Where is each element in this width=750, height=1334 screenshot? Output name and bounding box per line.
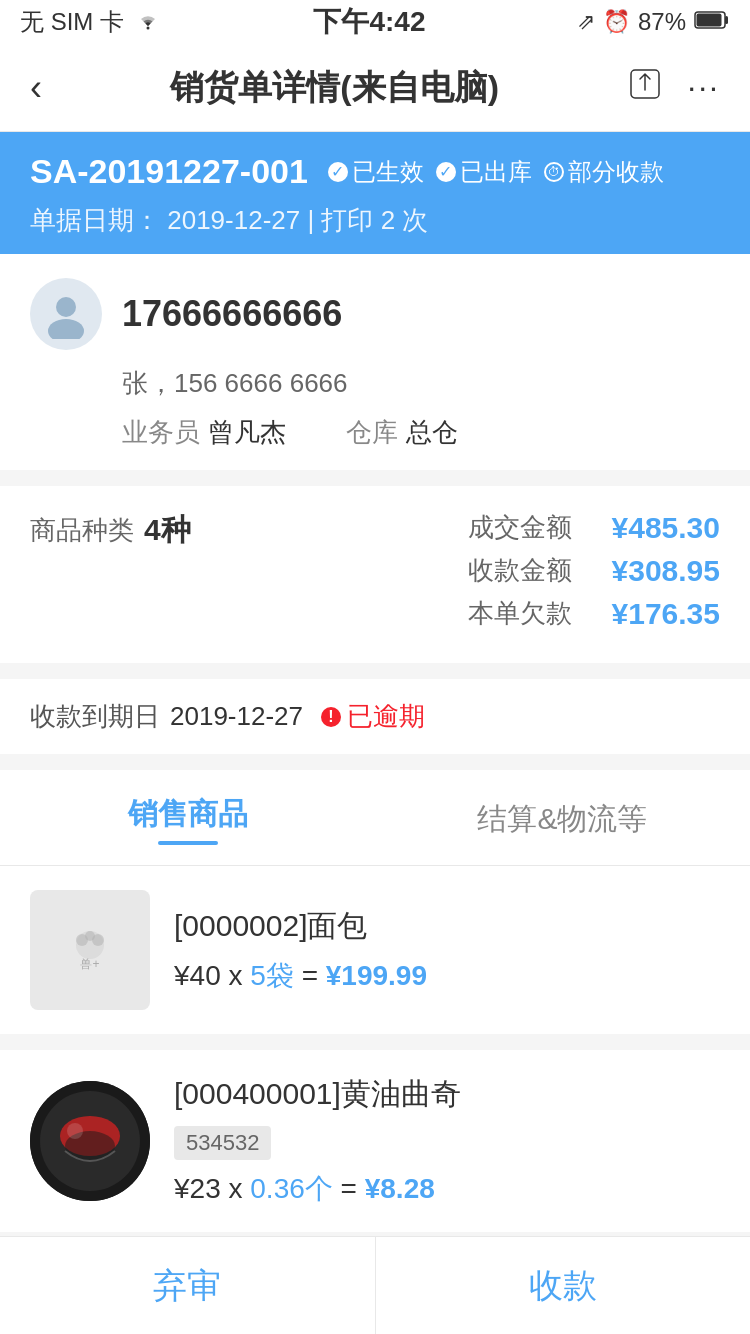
overdue-label: 收款到期日 xyxy=(30,699,160,734)
banner-date: 单据日期： 2019-12-27 | 打印 2 次 xyxy=(30,203,720,238)
product-price-1: ¥40 x 5袋 = ¥199.99 xyxy=(174,957,720,995)
received-amount: 收款金额 ¥308.95 xyxy=(468,553,720,588)
nav-bar: ‹ 销货单详情(来自电脑) ··· xyxy=(0,44,750,132)
qty-1: 5袋 xyxy=(250,960,294,991)
product-batch-2: 534532 xyxy=(174,1126,271,1160)
stats-row: 商品种类 4种 成交金额 ¥485.30 收款金额 ¥308.95 本单欠款 ¥… xyxy=(30,510,720,639)
status-left: 无 SIM 卡 xyxy=(20,6,162,38)
product-name-1: [0000002]面包 xyxy=(174,906,720,947)
price-text-1: ¥40 x xyxy=(174,960,250,991)
avatar xyxy=(30,278,102,350)
tab-settlement-label: 结算&物流等 xyxy=(477,802,647,835)
alarm-icon: ⏰ xyxy=(603,9,630,35)
banner-top: SA-20191227-001 ✓ 已生效 ✓ 已出库 ⏱ 部分收款 xyxy=(30,152,720,191)
tab-sales-products[interactable]: 销售商品 xyxy=(0,770,375,865)
cancel-button[interactable]: 弃审 xyxy=(0,1237,376,1334)
overdue-section: 收款到期日 2019-12-27 ! 已逾期 xyxy=(0,679,750,754)
battery-icon xyxy=(694,8,730,36)
nav-actions: ··· xyxy=(627,66,720,109)
stats-left: 商品种类 4种 xyxy=(30,510,191,557)
more-button[interactable]: ··· xyxy=(687,69,720,106)
sales-label: 业务员 xyxy=(122,415,200,450)
total-2: ¥8.28 xyxy=(365,1173,435,1204)
svg-rect-2 xyxy=(725,16,728,24)
overdue-badge: ! 已逾期 xyxy=(321,699,425,734)
eq-sign-2: = xyxy=(333,1173,365,1204)
table-row: [000400001]黄油曲奇 534532 ¥23 x 0.36个 = ¥8.… xyxy=(0,1050,750,1232)
customer-meta: 业务员 曾凡杰 仓库 总仓 xyxy=(30,415,720,450)
check-icon: ✓ xyxy=(328,162,348,182)
svg-point-16 xyxy=(67,1123,83,1139)
status-partial: ⏱ 部分收款 xyxy=(544,156,664,188)
tabs-section: 销售商品 结算&物流等 xyxy=(0,770,750,866)
back-button[interactable]: ‹ xyxy=(30,67,42,109)
product-info-2: [000400001]黄油曲奇 534532 ¥23 x 0.36个 = ¥8.… xyxy=(174,1074,720,1208)
svg-point-6 xyxy=(48,319,84,339)
svg-point-10 xyxy=(85,931,95,941)
tab-settlement[interactable]: 结算&物流等 xyxy=(375,775,750,860)
deal-amount-label: 成交金额 xyxy=(468,510,572,545)
svg-text:兽+: 兽+ xyxy=(80,957,99,971)
stats-section: 商品种类 4种 成交金额 ¥485.30 收款金额 ¥308.95 本单欠款 ¥… xyxy=(0,486,750,663)
product-kinds: 商品种类 4种 xyxy=(30,510,191,551)
status-right: ⇗ ⏰ 87% xyxy=(577,8,730,36)
customer-header: 17666666666 xyxy=(30,278,720,350)
product-price-2: ¥23 x 0.36个 = ¥8.28 xyxy=(174,1170,720,1208)
tab-underline xyxy=(158,841,218,845)
tabs-row: 销售商品 结算&物流等 xyxy=(0,770,750,865)
customer-section: 17666666666 张，156 6666 6666 业务员 曾凡杰 仓库 总… xyxy=(0,254,750,470)
svg-rect-3 xyxy=(696,14,721,27)
product-list: 兽+ [0000002]面包 ¥40 x 5袋 = ¥199.99 [00040… xyxy=(0,866,750,1232)
customer-phone: 17666666666 xyxy=(122,293,342,335)
overdue-date: 2019-12-27 xyxy=(170,701,303,732)
stats-right: 成交金额 ¥485.30 收款金额 ¥308.95 本单欠款 ¥176.35 xyxy=(468,510,720,639)
status-active: ✓ 已生效 xyxy=(328,156,424,188)
clock-icon: ⏱ xyxy=(544,162,564,182)
customer-name-phone: 张，156 6666 6666 xyxy=(30,366,720,401)
warehouse-info: 仓库 总仓 xyxy=(346,415,458,450)
overdue-text: 已逾期 xyxy=(347,699,425,734)
price-text-2: ¥23 x xyxy=(174,1173,250,1204)
debt-amount: 本单欠款 ¥176.35 xyxy=(468,596,720,631)
carrier-text: 无 SIM 卡 xyxy=(20,6,124,38)
tab-sales-label: 销售商品 xyxy=(128,797,248,830)
bottom-bar: 弃审 收款 xyxy=(0,1236,750,1334)
deal-amount: 成交金额 ¥485.30 xyxy=(468,510,720,545)
sales-name: 曾凡杰 xyxy=(208,415,286,450)
deal-amount-value: ¥485.30 xyxy=(612,511,720,545)
order-id: SA-20191227-001 xyxy=(30,152,308,191)
product-info-1: [0000002]面包 ¥40 x 5袋 = ¥199.99 xyxy=(174,906,720,995)
status-tags: ✓ 已生效 ✓ 已出库 ⏱ 部分收款 xyxy=(328,156,664,188)
warehouse-label: 仓库 xyxy=(346,415,398,450)
table-row: 兽+ [0000002]面包 ¥40 x 5袋 = ¥199.99 xyxy=(0,866,750,1034)
check-icon-2: ✓ xyxy=(436,162,456,182)
debt-amount-label: 本单欠款 xyxy=(468,596,572,631)
overdue-dot-icon: ! xyxy=(321,707,341,727)
header-banner: SA-20191227-001 ✓ 已生效 ✓ 已出库 ⏱ 部分收款 单据日期：… xyxy=(0,132,750,254)
battery-text: 87% xyxy=(638,8,686,36)
sales-info: 业务员 曾凡杰 xyxy=(122,415,286,450)
page-title: 销货单详情(来自电脑) xyxy=(170,65,499,111)
wifi-icon xyxy=(134,8,162,36)
product-name-2: [000400001]黄油曲奇 xyxy=(174,1074,720,1115)
product-thumbnail-1: 兽+ xyxy=(30,890,150,1010)
status-shipped: ✓ 已出库 xyxy=(436,156,532,188)
share-button[interactable] xyxy=(627,66,663,109)
svg-point-0 xyxy=(147,27,150,30)
received-amount-label: 收款金额 xyxy=(468,553,572,588)
total-1: ¥199.99 xyxy=(326,960,427,991)
eq-sign-1: = xyxy=(294,960,326,991)
status-bar: 无 SIM 卡 下午4:42 ⇗ ⏰ 87% xyxy=(0,0,750,44)
status-time: 下午4:42 xyxy=(313,3,425,41)
warehouse-name: 总仓 xyxy=(406,415,458,450)
qty-2: 0.36个 xyxy=(250,1173,333,1204)
debt-amount-value: ¥176.35 xyxy=(612,597,720,631)
location-icon: ⇗ xyxy=(577,9,595,35)
svg-point-5 xyxy=(56,297,76,317)
kind-count: 4种 xyxy=(144,510,191,551)
confirm-button[interactable]: 收款 xyxy=(376,1237,751,1334)
product-thumbnail-2 xyxy=(30,1081,150,1201)
received-amount-value: ¥308.95 xyxy=(612,554,720,588)
